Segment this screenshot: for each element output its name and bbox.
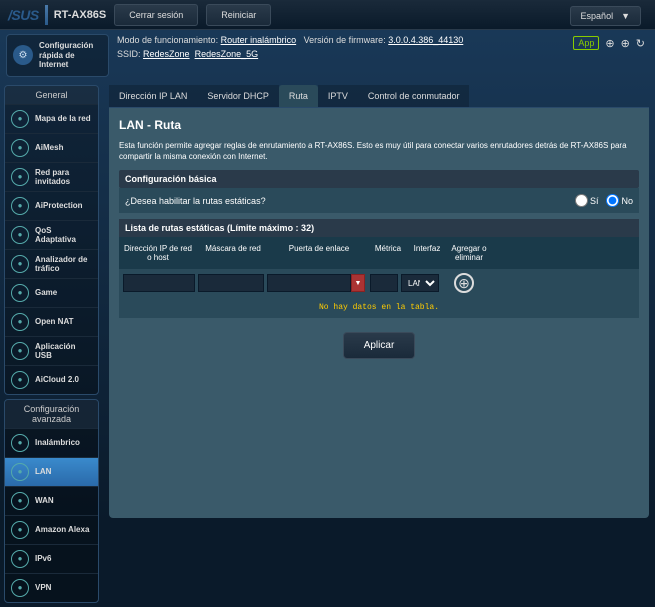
nav-label: Amazon Alexa bbox=[35, 525, 89, 534]
reboot-button[interactable]: Reiniciar bbox=[206, 4, 271, 26]
tab-route[interactable]: Ruta bbox=[279, 85, 318, 107]
nav-label: LAN bbox=[35, 467, 51, 476]
gateway-dropdown-button[interactable]: ▼ bbox=[351, 274, 365, 292]
nav-icon: ● bbox=[11, 371, 29, 389]
nav-icon: ● bbox=[11, 521, 29, 539]
nav-label: AiProtection bbox=[35, 201, 83, 210]
interface-select[interactable]: LAN bbox=[401, 274, 439, 292]
info-bar: ⚙ Configuración rápida de Internet Modo … bbox=[0, 30, 655, 85]
mask-input[interactable] bbox=[198, 274, 264, 292]
tab-switch[interactable]: Control de conmutador bbox=[358, 85, 470, 107]
gateway-input[interactable] bbox=[267, 274, 351, 292]
sidebar: General ● Mapa de la red ● AiMesh ● Red para … bbox=[0, 85, 103, 607]
tab-iptv[interactable]: IPTV bbox=[318, 85, 358, 107]
nav-aimesh[interactable]: ● AiMesh bbox=[5, 133, 98, 162]
nav-vpn[interactable]: ● VPN bbox=[5, 573, 98, 602]
content-area: Dirección IP LANServidor DHCPRutaIPTVCon… bbox=[103, 85, 655, 607]
nav-label: Open NAT bbox=[35, 317, 74, 326]
table-header: Dirección IP de red o host Máscara de re… bbox=[119, 237, 639, 269]
general-header: General bbox=[5, 86, 98, 104]
quick-setup[interactable]: ⚙ Configuración rápida de Internet bbox=[6, 34, 109, 77]
model-name: RT-AX86S bbox=[54, 9, 107, 21]
app-badge[interactable]: App bbox=[573, 36, 599, 50]
nav-network-map[interactable]: ● Mapa de la red bbox=[5, 104, 98, 133]
globe-icon[interactable]: ⊕ bbox=[621, 37, 630, 50]
static-routes-label: ¿Desea habilitar la rutas estáticas? bbox=[125, 196, 266, 206]
gear-icon: ⚙ bbox=[13, 45, 33, 65]
chevron-down-icon: ▼ bbox=[621, 11, 630, 21]
nav-aicloud[interactable]: ● AiCloud 2.0 bbox=[5, 365, 98, 394]
nav-usb[interactable]: ● Aplicación USB bbox=[5, 336, 98, 365]
mode-link[interactable]: Router inalámbrico bbox=[221, 35, 297, 45]
nav-game[interactable]: ● Game bbox=[5, 278, 98, 307]
nav-label: Game bbox=[35, 288, 57, 297]
refresh-icon[interactable]: ↻ bbox=[636, 37, 645, 50]
nav-guest-network[interactable]: ● Red para invitados bbox=[5, 162, 98, 191]
tabs: Dirección IP LANServidor DHCPRutaIPTVCon… bbox=[109, 85, 649, 108]
nav-label: QoS Adaptativa bbox=[35, 226, 92, 244]
nav-icon: ● bbox=[11, 139, 29, 157]
input-row: ▼ LAN ⊕ bbox=[119, 269, 639, 297]
top-bar: /SUS RT-AX86S Cerrar sesión Reiniciar Es… bbox=[0, 0, 655, 30]
nav-icon: ● bbox=[11, 463, 29, 481]
nav-ipv6[interactable]: ● IPv6 bbox=[5, 544, 98, 573]
language-selector[interactable]: Español ▼ bbox=[570, 6, 641, 26]
nav-icon: ● bbox=[11, 255, 29, 273]
nav-wireless[interactable]: ● Inalámbrico bbox=[5, 428, 98, 457]
page-title: LAN - Ruta bbox=[119, 118, 639, 132]
radio-yes[interactable]: Sí bbox=[575, 194, 599, 207]
basic-config-header: Configuración básica bbox=[119, 170, 639, 188]
metric-input[interactable] bbox=[370, 274, 398, 292]
tab-lan-ip[interactable]: Dirección IP LAN bbox=[109, 85, 197, 107]
nav-icon: ● bbox=[11, 492, 29, 510]
page-desc: Esta función permite agregar reglas de e… bbox=[119, 140, 639, 162]
nav-label: VPN bbox=[35, 583, 51, 592]
tab-dhcp[interactable]: Servidor DHCP bbox=[197, 85, 279, 107]
nav-aiprotection[interactable]: ● AiProtection bbox=[5, 191, 98, 220]
wifi-icon[interactable]: ⊕ bbox=[605, 37, 614, 50]
apply-button[interactable]: Aplicar bbox=[343, 332, 416, 359]
nav-icon: ● bbox=[11, 342, 29, 360]
ssid2-link[interactable]: RedesZone_5G bbox=[195, 49, 259, 59]
nav-icon: ● bbox=[11, 197, 29, 215]
nav-alexa[interactable]: ● Amazon Alexa bbox=[5, 515, 98, 544]
advanced-header: Configuración avanzada bbox=[5, 400, 98, 428]
nav-lan[interactable]: ● LAN bbox=[5, 457, 98, 486]
nav-label: AiCloud 2.0 bbox=[35, 375, 79, 384]
add-button[interactable]: ⊕ bbox=[454, 273, 474, 293]
nav-label: IPv6 bbox=[35, 554, 51, 563]
panel: LAN - Ruta Esta función permite agregar … bbox=[109, 108, 649, 518]
nav-label: Mapa de la red bbox=[35, 114, 91, 123]
nav-label: Red para invitados bbox=[35, 168, 92, 186]
nav-label: WAN bbox=[35, 496, 54, 505]
ip-input[interactable] bbox=[123, 274, 195, 292]
nav-icon: ● bbox=[11, 550, 29, 568]
nav-traffic[interactable]: ● Analizador de tráfico bbox=[5, 249, 98, 278]
nav-icon: ● bbox=[11, 434, 29, 452]
nav-icon: ● bbox=[11, 313, 29, 331]
nav-label: AiMesh bbox=[35, 143, 63, 152]
nav-label: Analizador de tráfico bbox=[35, 255, 92, 273]
brand-logo: /SUS bbox=[8, 7, 39, 23]
nav-icon: ● bbox=[11, 110, 29, 128]
nav-wan[interactable]: ● WAN bbox=[5, 486, 98, 515]
firmware-link[interactable]: 3.0.0.4.386_44130 bbox=[388, 35, 463, 45]
nav-icon: ● bbox=[11, 579, 29, 597]
nav-icon: ● bbox=[11, 284, 29, 302]
nav-open-nat[interactable]: ● Open NAT bbox=[5, 307, 98, 336]
nav-qos[interactable]: ● QoS Adaptativa bbox=[5, 220, 98, 249]
routes-list-header: Lista de rutas estáticas (Límite máximo … bbox=[119, 219, 639, 237]
logout-button[interactable]: Cerrar sesión bbox=[114, 4, 198, 26]
nav-icon: ● bbox=[11, 226, 29, 244]
ssid1-link[interactable]: RedesZone bbox=[143, 49, 190, 59]
no-data-message: No hay datos en la tabla. bbox=[119, 297, 639, 318]
nav-label: Aplicación USB bbox=[35, 342, 92, 360]
nav-label: Inalámbrico bbox=[35, 438, 80, 447]
radio-no[interactable]: No bbox=[606, 194, 633, 207]
nav-icon: ● bbox=[11, 168, 29, 186]
